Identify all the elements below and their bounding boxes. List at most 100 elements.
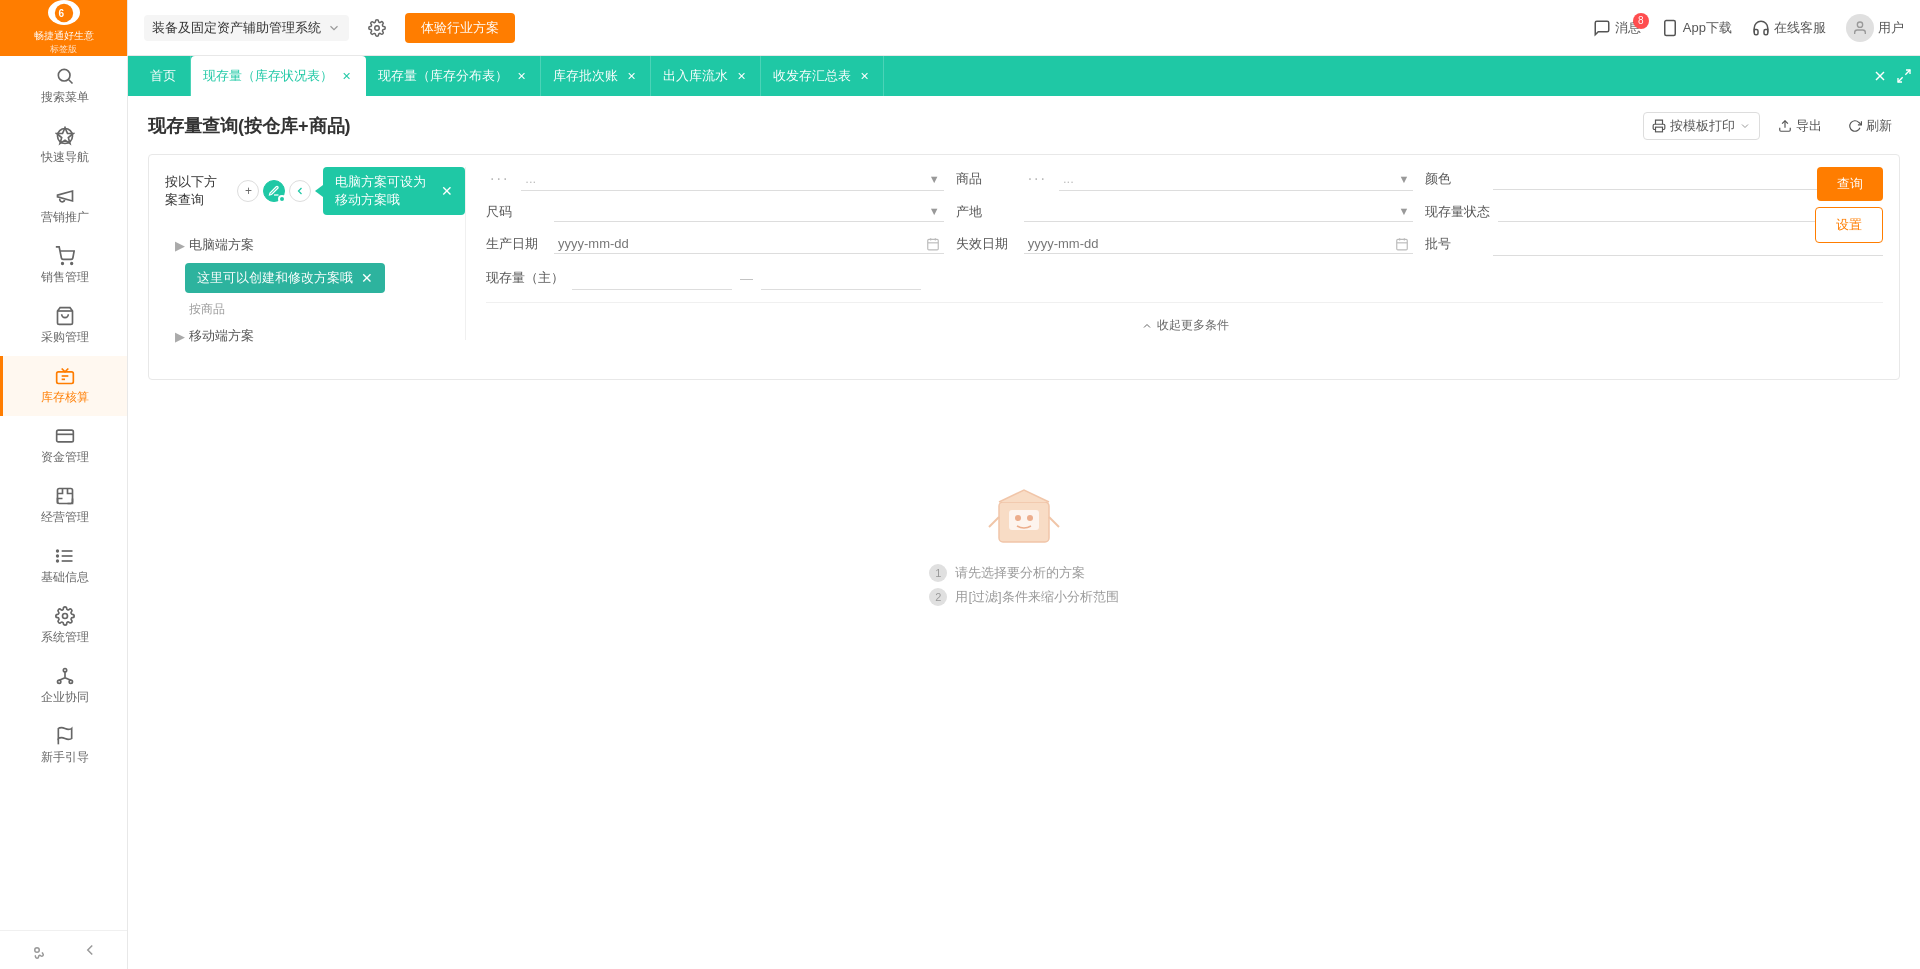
svg-rect-40 [927, 239, 938, 250]
size-select[interactable]: ▼ [554, 201, 944, 222]
reset-btn[interactable]: 设置 [1815, 207, 1883, 243]
mobile-icon [1661, 19, 1679, 37]
field-warehouse: ··· ... ▼ [486, 167, 944, 191]
sidebar-item-label: 采购管理 [41, 329, 89, 346]
svg-point-21 [63, 614, 68, 619]
online-service-btn[interactable]: 在线客服 [1752, 19, 1826, 37]
tab-batch-account[interactable]: 库存批次账 ✕ [541, 56, 651, 96]
svg-point-2 [58, 69, 70, 81]
warehouse-placeholder: ... [525, 171, 928, 186]
svg-line-37 [1898, 77, 1903, 82]
tab-close-btn[interactable]: ✕ [514, 69, 528, 83]
edit-plan-icon[interactable] [263, 180, 285, 202]
step-2-number: 2 [929, 588, 947, 606]
message-btn[interactable]: 消息 8 [1593, 19, 1641, 37]
query-actions: 查询 设置 [1815, 167, 1883, 243]
field-origin: 产地 ▼ [956, 201, 1414, 222]
origin-select[interactable]: ▼ [1024, 201, 1414, 222]
add-plan-icon[interactable]: + [237, 180, 259, 202]
topbar-settings-btn[interactable] [361, 12, 393, 44]
svg-rect-49 [1009, 510, 1039, 530]
svg-rect-12 [57, 430, 74, 442]
query-btn[interactable]: 查询 [1817, 167, 1883, 201]
plan-tree-desktop-header[interactable]: ▶ 电脑端方案 [165, 231, 465, 259]
tab-close-btn[interactable]: ✕ [857, 69, 871, 83]
produce-date-input-wrap[interactable] [554, 234, 944, 254]
tab-close-btn[interactable]: ✕ [339, 69, 353, 83]
system-selector[interactable]: 装备及固定资产辅助管理系统 [144, 15, 349, 41]
headset-icon [1752, 19, 1770, 37]
sidebar-item-operations[interactable]: 经营管理 [0, 476, 127, 536]
topbar-right: 消息 8 App下载 在线客服 用户 [1593, 14, 1904, 42]
stock-main-input-right[interactable] [761, 266, 921, 290]
user-menu[interactable]: 用户 [1846, 14, 1904, 42]
form-row-4: 现存量（主） — [486, 266, 1883, 290]
plan-tree-mobile-header[interactable]: ▶ 移动端方案 [165, 322, 465, 350]
svg-point-18 [57, 550, 59, 552]
sidebar-item-guide[interactable]: 新手引导 [0, 716, 127, 776]
expire-date-input[interactable] [1028, 236, 1392, 251]
tab-label: 现存量（库存状况表） [203, 67, 333, 85]
warehouse-select[interactable]: ... ▼ [521, 167, 943, 191]
svg-line-36 [1905, 70, 1910, 75]
sidebar-item-search[interactable]: 搜索菜单 [0, 56, 127, 116]
step-2-text: 用[过滤]条件来缩小分析范围 [955, 588, 1118, 606]
sidebar-item-sales[interactable]: 销售管理 [0, 236, 127, 296]
collapse-btn[interactable]: 收起更多条件 [1141, 311, 1229, 340]
collapse-sidebar-icon[interactable] [81, 941, 99, 959]
sidebar-item-purchase[interactable]: 采购管理 [0, 296, 127, 356]
expand-icon[interactable] [1896, 68, 1912, 84]
tab-close-btn[interactable]: ✕ [624, 69, 638, 83]
tab-stock-status[interactable]: 现存量（库存状况表） ✕ [191, 56, 366, 96]
tab-stock-dist[interactable]: 现存量（库存分布表） ✕ [366, 56, 541, 96]
sidebar-item-quick-nav[interactable]: 快速导航 [0, 116, 127, 176]
sidebar-item-system[interactable]: 系统管理 [0, 596, 127, 656]
settings-icon[interactable] [28, 941, 46, 959]
batch-label: 批号 [1425, 235, 1485, 253]
template-print-btn[interactable]: 按模板打印 [1643, 112, 1760, 140]
svg-point-22 [63, 669, 66, 672]
tab-home[interactable]: 首页 [136, 56, 191, 96]
stock-main-input-left[interactable] [572, 266, 732, 290]
industry-btn[interactable]: 体验行业方案 [405, 13, 515, 43]
goods-label: 商品 [956, 170, 1016, 188]
user-icon [1852, 20, 1868, 36]
chevron-down-icon-size: ▼ [929, 205, 940, 217]
arrow-left-icon [294, 185, 306, 197]
tab-inout-flow[interactable]: 出入库流水 ✕ [651, 56, 761, 96]
svg-point-29 [35, 948, 40, 953]
tab-recv-summary[interactable]: 收发存汇总表 ✕ [761, 56, 884, 96]
goods-select[interactable]: ... ▼ [1059, 167, 1413, 191]
svg-rect-9 [57, 372, 74, 384]
tooltip2-container: 这里可以创建和修改方案哦 ✕ [185, 263, 465, 293]
refresh-btn[interactable]: 刷新 [1840, 113, 1900, 139]
svg-line-52 [989, 517, 999, 527]
tooltip2-close[interactable]: ✕ [361, 270, 373, 286]
tooltip1-close[interactable]: ✕ [441, 183, 453, 199]
svg-point-51 [1027, 515, 1033, 521]
app-download-btn[interactable]: App下载 [1661, 19, 1732, 37]
sidebar-item-marketing[interactable]: 营销推广 [0, 176, 127, 236]
export-btn[interactable]: 导出 [1770, 113, 1830, 139]
plan-tree-mobile-label: 移动端方案 [189, 327, 254, 345]
export-label: 导出 [1796, 117, 1822, 135]
close-all-tabs-icon[interactable] [1872, 68, 1888, 84]
svg-rect-44 [1397, 239, 1408, 250]
produce-date-input[interactable] [558, 236, 922, 251]
sidebar-item-inventory[interactable]: 库存核算 [0, 356, 127, 416]
sidebar-item-finance[interactable]: 资金管理 [0, 416, 127, 476]
sidebar-item-basic[interactable]: 基础信息 [0, 536, 127, 596]
svg-rect-38 [1656, 127, 1663, 132]
form-row-1: ··· ... ▼ 商品 ··· [486, 167, 1883, 191]
form-rows: ··· ... ▼ 商品 ··· [486, 167, 1883, 290]
expire-date-input-wrap[interactable] [1024, 234, 1414, 254]
step-1-text: 请先选择要分析的方案 [955, 564, 1085, 582]
print-icon [1652, 119, 1666, 133]
tabbar-right [1872, 68, 1912, 84]
tab-close-btn[interactable]: ✕ [734, 69, 748, 83]
tab-label: 现存量（库存分布表） [378, 67, 508, 85]
collapse-row: 收起更多条件 [486, 302, 1883, 340]
sidebar-item-enterprise[interactable]: 企业协同 [0, 656, 127, 716]
prev-plan-icon[interactable] [289, 180, 311, 202]
plan-sub-text: 按商品 [189, 301, 225, 318]
